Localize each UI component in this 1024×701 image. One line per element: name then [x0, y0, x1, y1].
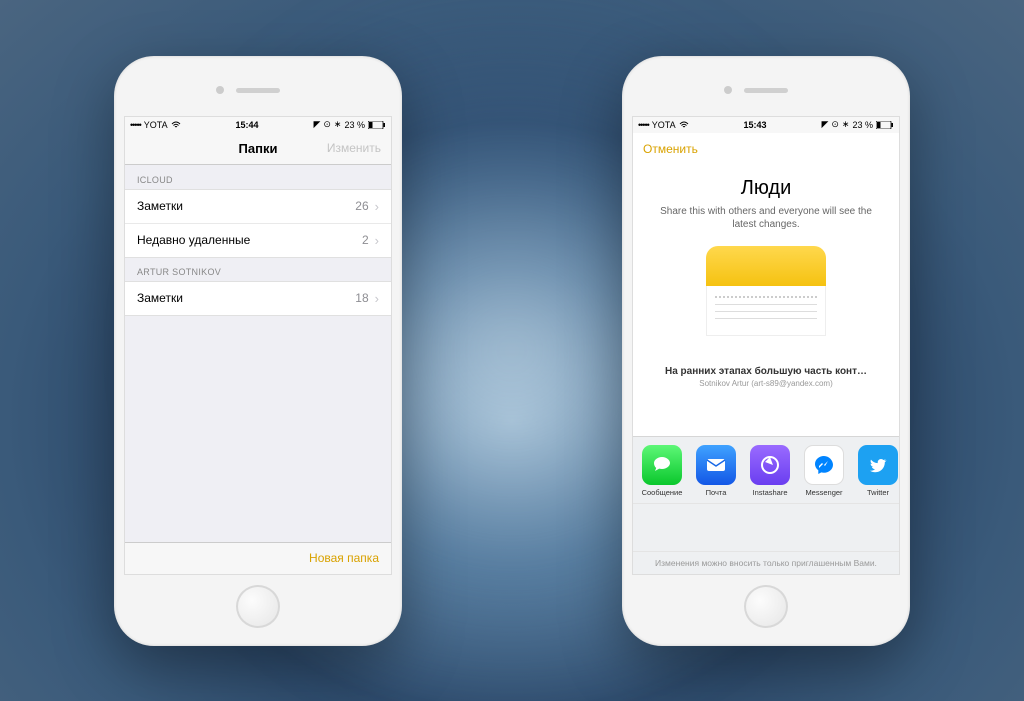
chevron-right-icon: › [375, 199, 379, 214]
instashare-icon [750, 445, 790, 485]
share-app-twitter[interactable]: Twitter [855, 445, 899, 497]
twitter-icon [858, 445, 898, 485]
app-label: Почта [692, 488, 740, 497]
chevron-right-icon: › [375, 233, 379, 248]
phone-right: ••••• YOTA 15:43 ◤ ⊙ ∗ 23 % Отменить [622, 56, 910, 646]
signal-icon: ••••• [638, 120, 649, 130]
folders-content: ICLOUD Заметки 26› Недавно удаленные 2› … [125, 165, 391, 542]
screen-left: ••••• YOTA 15:44 ◤ ⊙ ∗ 23 % Папки Измени… [124, 116, 392, 575]
share-title: Люди [741, 177, 792, 200]
home-button[interactable] [744, 585, 788, 628]
share-footer-note: Изменения можно вносить только приглашен… [633, 551, 899, 574]
alarm-icon: ⊙ [831, 119, 839, 130]
bluetooth-icon: ∗ [334, 119, 342, 130]
note-title: На ранних этапах большую часть конт… [651, 366, 881, 377]
alarm-icon: ⊙ [323, 119, 331, 130]
new-folder-button[interactable]: Новая папка [309, 551, 379, 565]
battery-label: 23 % [852, 120, 873, 130]
folder-row[interactable]: Недавно удаленные 2 › [125, 223, 391, 258]
status-bar: ••••• YOTA 15:44 ◤ ⊙ ∗ 23 % [125, 117, 391, 133]
share-app-mail[interactable]: Почта [693, 445, 739, 497]
time-label: 15:43 [744, 120, 767, 130]
screen-right: ••••• YOTA 15:43 ◤ ⊙ ∗ 23 % Отменить [632, 116, 900, 575]
signal-icon: ••••• [130, 120, 141, 130]
messages-icon [642, 445, 682, 485]
share-apps-row[interactable]: Сообщение Почта Instashare Messenger [633, 436, 899, 503]
folder-row[interactable]: Заметки 18 › [125, 281, 391, 316]
time-label: 15:44 [236, 120, 259, 130]
share-app-instashare[interactable]: Instashare [747, 445, 793, 497]
note-preview [706, 246, 826, 336]
battery-icon [876, 121, 894, 129]
status-bar: ••••• YOTA 15:43 ◤ ⊙ ∗ 23 % [633, 117, 899, 133]
folder-row[interactable]: Заметки 26 › [125, 189, 391, 224]
bottom-toolbar: Новая папка [125, 542, 391, 574]
section-header-user: ARTUR SOTNIKOV [125, 257, 391, 281]
bluetooth-icon: ∗ [842, 119, 850, 130]
share-subtitle: Share this with others and everyone will… [647, 205, 885, 232]
carrier-label: YOTA [144, 120, 168, 130]
camera-dot [216, 86, 224, 94]
speaker-slot [236, 88, 280, 93]
carrier-label: YOTA [652, 120, 676, 130]
home-button[interactable] [236, 585, 280, 628]
note-author: Sotnikov Artur (art-s89@yandex.com) [699, 379, 833, 388]
location-icon: ◤ [821, 119, 828, 130]
app-label: Twitter [854, 488, 899, 497]
wifi-icon [679, 121, 689, 129]
share-app-messages[interactable]: Сообщение [639, 445, 685, 497]
battery-label: 23 % [344, 120, 365, 130]
battery-icon [368, 121, 386, 129]
note-header-icon [706, 246, 826, 286]
edit-button[interactable]: Изменить [327, 141, 381, 155]
nav-bar: Папки Изменить [125, 133, 391, 165]
app-label: Instashare [746, 488, 794, 497]
camera-dot [724, 86, 732, 94]
folder-label: Заметки [137, 291, 183, 305]
folder-label: Заметки [137, 199, 183, 213]
chevron-right-icon: › [375, 291, 379, 306]
mail-icon [696, 445, 736, 485]
section-header-icloud: ICLOUD [125, 165, 391, 189]
nav-title: Папки [239, 141, 278, 156]
share-app-messenger[interactable]: Messenger [801, 445, 847, 497]
folder-count: 2 [362, 233, 369, 247]
folder-count: 26 [355, 199, 368, 213]
folder-count: 18 [355, 291, 368, 305]
wifi-icon [171, 121, 181, 129]
app-label: Сообщение [638, 488, 686, 497]
location-icon: ◤ [313, 119, 320, 130]
cancel-button[interactable]: Отменить [643, 142, 698, 156]
phone-left: ••••• YOTA 15:44 ◤ ⊙ ∗ 23 % Папки Измени… [114, 56, 402, 646]
folder-label: Недавно удаленные [137, 233, 250, 247]
speaker-slot [744, 88, 788, 93]
share-actions-row[interactable] [633, 503, 899, 551]
nav-bar: Отменить [633, 133, 899, 165]
app-label: Messenger [800, 488, 848, 497]
share-panel: Люди Share this with others and everyone… [633, 165, 899, 436]
messenger-icon [804, 445, 844, 485]
